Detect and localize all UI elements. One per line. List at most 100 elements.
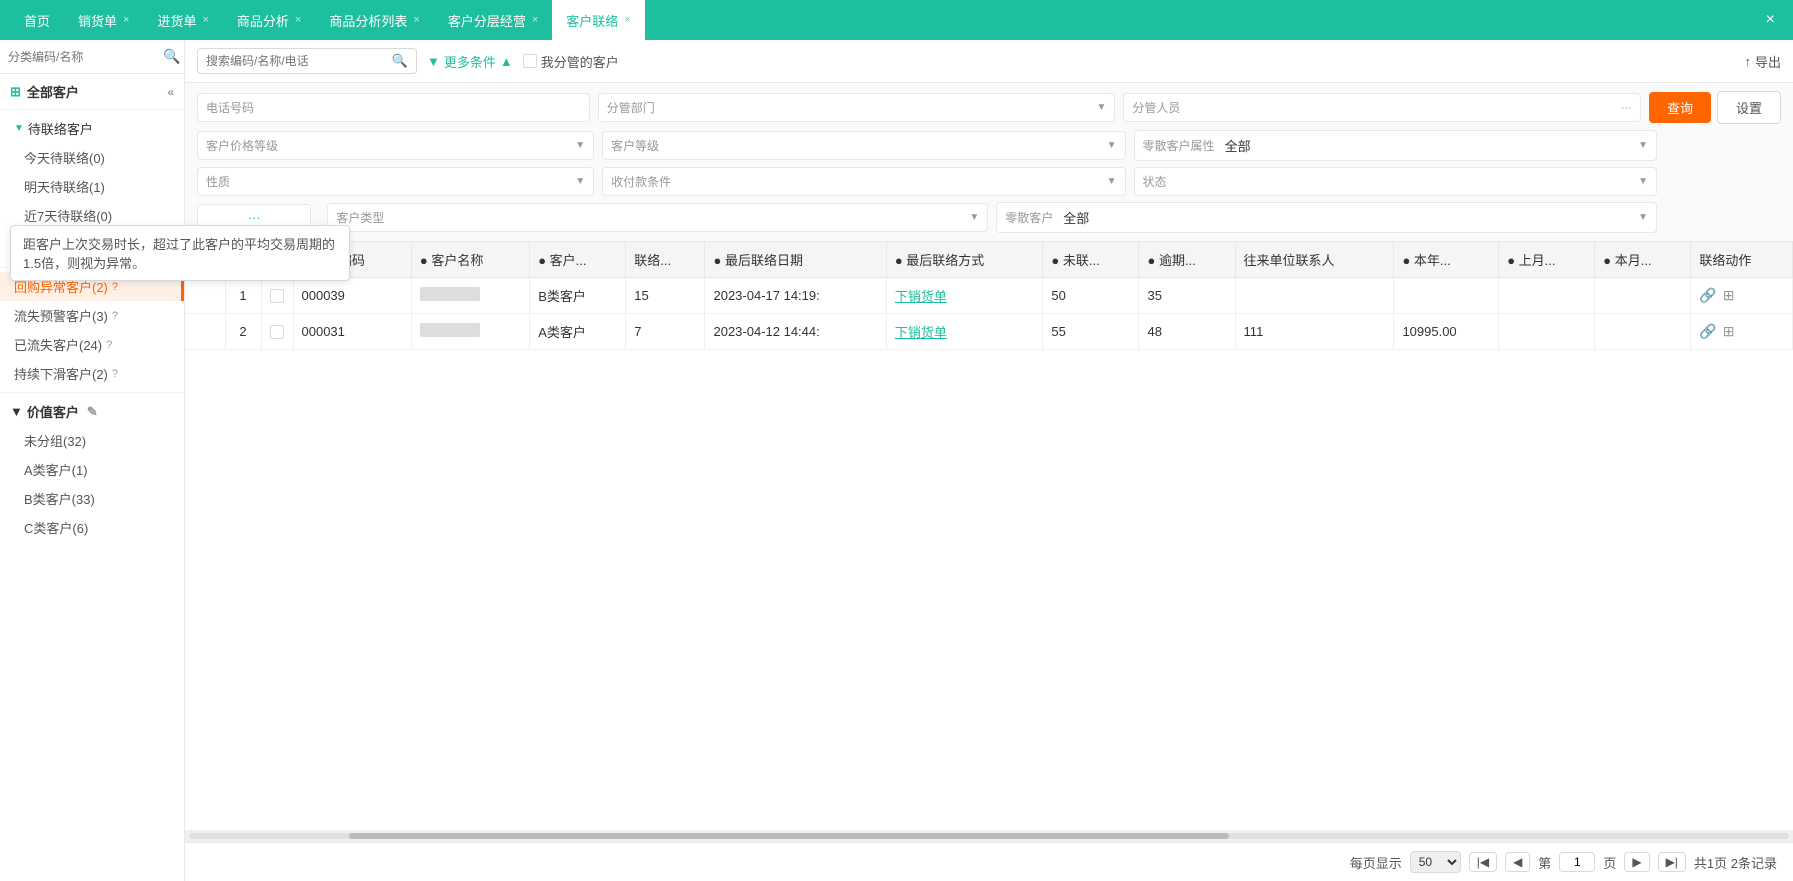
collapse-icon[interactable]: « (167, 85, 174, 99)
th-overdue: ● 逾期... (1139, 242, 1235, 278)
pending-contact-header[interactable]: ▼ 待联络客户 (0, 114, 184, 143)
customer-grade-chevron: ▼ (1107, 140, 1117, 151)
row1-last-method[interactable]: 下销货单 (886, 278, 1043, 314)
th-last-month: ● 上月... (1499, 242, 1595, 278)
next-page-btn[interactable]: ▶ (1624, 852, 1649, 872)
churn-warning-help-icon[interactable]: ? (112, 310, 118, 322)
manager-label: 分管人员 (1132, 99, 1180, 116)
value-edit-icon[interactable]: ✎ (87, 404, 98, 420)
sidebar-item-tomorrow[interactable]: 明天待联络(1) (0, 172, 184, 201)
manager-more-icon[interactable]: ··· (1621, 102, 1632, 114)
close-customer-contact-tab[interactable]: × (624, 14, 630, 26)
sidebar-item-churned[interactable]: 已流失客户(24) ? (0, 330, 184, 359)
payment-filter[interactable]: 收付款条件 ▼ (602, 167, 1125, 196)
customer-table: ⚙ ● 客户编码 ● 客户名称 ● 客户... 联络... ● 最后联络日期 ●… (185, 242, 1793, 350)
close-sales-tab[interactable]: × (123, 14, 129, 26)
sidebar-item-declining[interactable]: 持续下滑客户(2) ? (0, 359, 184, 388)
my-customer-checkbox[interactable] (523, 54, 537, 68)
row2-last-method[interactable]: 下销货单 (886, 314, 1043, 350)
scattered-customer-filter[interactable]: 零散客户 全部 ▼ (996, 202, 1657, 233)
row2-unread: 55 (1043, 314, 1139, 350)
sidebar: 🔍 ⊞ 全部客户 « ▼ 待联络客户 今天待联络(0) 明天待联络(1) 近7天… (0, 40, 185, 881)
status-filter[interactable]: 状态 ▼ (1134, 167, 1657, 196)
customer-grade-label: 客户等级 (611, 137, 659, 154)
query-button[interactable]: 查询 (1649, 92, 1711, 123)
close-goods-list-tab[interactable]: × (413, 14, 419, 26)
main-search-icon[interactable]: 🔍 (392, 53, 408, 69)
sidebar-item-class-c[interactable]: C类客户(6) (0, 513, 184, 542)
more-conditions-btn[interactable]: ▼ 更多条件 ▲ (427, 52, 513, 71)
prev-page-btn[interactable]: ◀ (1505, 852, 1530, 872)
row1-link-icon[interactable]: 🔗 (1699, 287, 1716, 304)
phone-label: 电话号码 (206, 99, 254, 116)
nav-tab-purchase[interactable]: 进货单 × (143, 0, 222, 40)
nav-tab-customer-contact[interactable]: 客户联络 × (552, 0, 644, 40)
close-customer-tier-tab[interactable]: × (532, 14, 538, 26)
nature-filter[interactable]: 性质 ▼ (197, 167, 594, 196)
export-button[interactable]: ↑ 导出 (1744, 52, 1781, 71)
filter-icon: ▼ (427, 54, 440, 69)
declining-help-icon[interactable]: ? (112, 368, 118, 380)
nav-tab-home[interactable]: 首页 (10, 0, 64, 40)
repurchase-anomaly-help-icon[interactable]: ? (112, 281, 118, 293)
sidebar-item-class-a[interactable]: A类客户(1) (0, 455, 184, 484)
th-customer-type: ● 客户... (530, 242, 626, 278)
window-close-button[interactable]: × (1758, 11, 1783, 29)
row2-link-icon[interactable]: 🔗 (1699, 323, 1716, 340)
churned-help-icon[interactable]: ? (106, 339, 112, 351)
row2-grid-icon[interactable]: ⊞ (1723, 323, 1735, 340)
sidebar-item-churn-warning[interactable]: 流失预警客户(3) ? (0, 301, 184, 330)
th-unread: ● 未联... (1043, 242, 1139, 278)
row2-contact-count: 7 (626, 314, 705, 350)
all-customers-header[interactable]: ⊞ 全部客户 « (0, 74, 184, 110)
row2-type: A类客户 (530, 314, 626, 350)
row1-overdue: 35 (1139, 278, 1235, 314)
sidebar-item-ungroup[interactable]: 未分组(32) (0, 426, 184, 455)
setting-button[interactable]: 设置 (1717, 91, 1781, 124)
value-customer-header[interactable]: ▼ 价值客户 ✎ (0, 397, 184, 426)
per-page-select[interactable]: 50 10 20 100 (1410, 851, 1461, 873)
row1-grid-icon[interactable]: ⊞ (1723, 287, 1735, 304)
scattered-attr-filter[interactable]: 零散客户属性 全部 ▼ (1134, 130, 1657, 161)
row2-index: 2 (225, 314, 261, 350)
h-scrollbar-thumb[interactable] (349, 833, 1229, 839)
arrow-down-icon: ▼ (14, 123, 24, 134)
nav-tab-customer-tier[interactable]: 客户分层经营 × (434, 0, 552, 40)
page-label: 第 (1538, 853, 1551, 872)
sidebar-item-today[interactable]: 今天待联络(0) (0, 143, 184, 172)
phone-filter[interactable]: 电话号码 (197, 93, 590, 122)
nav-tab-goods-list[interactable]: 商品分析列表 × (315, 0, 433, 40)
last-page-btn[interactable]: ▶| (1658, 852, 1686, 872)
sidebar-search-icon[interactable]: 🔍 (163, 48, 180, 65)
sidebar-item-class-b[interactable]: B类客户(33) (0, 484, 184, 513)
nav-tab-sales[interactable]: 销货单 × (64, 0, 143, 40)
th-action: 联络动作 (1691, 242, 1793, 278)
h-scrollbar[interactable] (185, 830, 1793, 842)
price-grade-chevron: ▼ (575, 140, 585, 151)
first-page-btn[interactable]: |◀ (1469, 852, 1497, 872)
advanced-filter: 电话号码 分管部门 ▼ 分管人员 ··· 查询 设置 客户价格等级 (185, 83, 1793, 242)
row2-last-date: 2023-04-12 14:44: (705, 314, 886, 350)
sidebar-search-input[interactable] (8, 50, 163, 64)
customer-grade-filter[interactable]: 客户等级 ▼ (602, 131, 1125, 160)
close-purchase-tab[interactable]: × (202, 14, 208, 26)
value-arrow-icon: ▼ (10, 404, 23, 419)
nav-tab-goods-analysis[interactable]: 商品分析 × (223, 0, 315, 40)
scattered-attr-value: 全部 (1225, 136, 1251, 155)
th-contact-count: 联络... (626, 242, 705, 278)
filter-row-1: 电话号码 分管部门 ▼ 分管人员 ··· 查询 设置 (197, 91, 1781, 124)
main-search-input[interactable] (206, 54, 392, 68)
page-num-input[interactable] (1559, 852, 1595, 872)
row1-checkbox[interactable] (261, 278, 293, 314)
row2-checkbox[interactable] (261, 314, 293, 350)
manager-filter[interactable]: 分管人员 ··· (1123, 93, 1641, 122)
close-goods-analysis-tab[interactable]: × (295, 14, 301, 26)
table-row: 2 000031 A类客户 7 2023-04-12 14:44: 下销货单 (185, 314, 1793, 350)
page-suffix: 页 (1603, 853, 1616, 872)
row2-checkbox-input[interactable] (270, 325, 284, 339)
customer-type-filter[interactable]: 客户类型 ▼ (327, 203, 988, 232)
th-this-year: ● 本年... (1394, 242, 1499, 278)
price-grade-filter[interactable]: 客户价格等级 ▼ (197, 131, 594, 160)
dept-filter[interactable]: 分管部门 ▼ (598, 93, 1116, 122)
row1-checkbox-input[interactable] (270, 289, 284, 303)
